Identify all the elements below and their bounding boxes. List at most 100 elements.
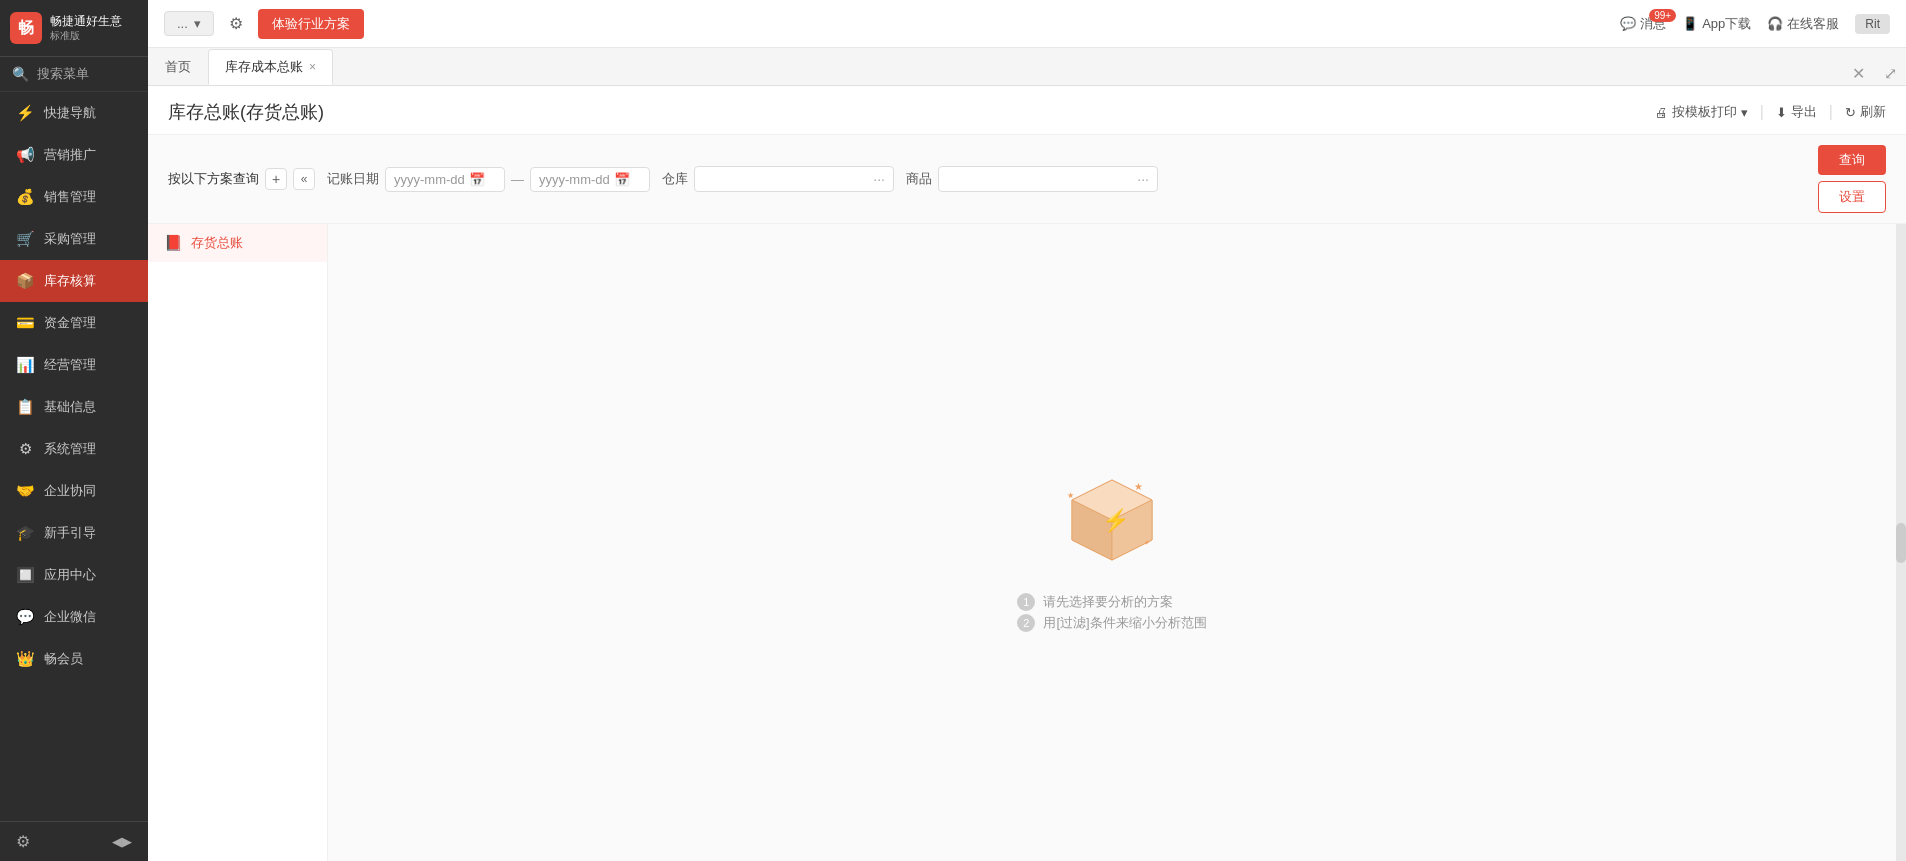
wechat-icon: 💬	[16, 608, 34, 626]
product-input[interactable]: ···	[938, 166, 1158, 192]
filter-warehouse-group: 仓库 ···	[662, 166, 894, 192]
headset-icon: 🎧	[1767, 16, 1783, 31]
filter-section-label: 按以下方案查询 + «	[168, 168, 315, 190]
sidebar-item-label: 库存核算	[44, 272, 96, 290]
topbar-app-download[interactable]: 📱 App下载	[1682, 15, 1751, 33]
panel-item-label: 存货总账	[191, 234, 243, 252]
left-panel: 📕 存货总账	[148, 224, 328, 861]
tabsbar: 首页 库存成本总账 × ✕ ⤢	[148, 48, 1906, 86]
settings-button[interactable]: 设置	[1818, 181, 1886, 213]
user-label: Rit	[1865, 17, 1880, 31]
tab-inventory-ledger[interactable]: 库存成本总账 ×	[208, 49, 333, 85]
hint1-num: 1	[1017, 593, 1035, 611]
filter-add-button[interactable]: +	[265, 168, 287, 190]
empty-illustration: ⚡ ★ ★ ✦	[1052, 450, 1172, 570]
panel-item-stock-ledger[interactable]: 📕 存货总账	[148, 224, 327, 262]
date-from-input[interactable]: yyyy-mm-dd 📅	[385, 167, 505, 192]
right-edge-scrollbar[interactable]	[1896, 224, 1906, 861]
hint2-num: 2	[1017, 614, 1035, 632]
filter-product-group: 商品 ···	[906, 166, 1158, 192]
print-btn[interactable]: 🖨 按模板打印 ▾	[1655, 103, 1748, 121]
topbar-user[interactable]: Rit	[1855, 14, 1890, 34]
sidebar-item-operation[interactable]: 📊 经营管理	[0, 344, 148, 386]
print-label: 按模板打印	[1672, 103, 1737, 121]
message-icon: 💬	[1620, 16, 1636, 31]
sidebar-item-marketing[interactable]: 📢 营销推广	[0, 134, 148, 176]
member-icon: 👑	[16, 650, 34, 668]
sidebar-nav: ⚡ 快捷导航 📢 营销推广 💰 销售管理 🛒 采购管理 📦 库存核算 💳 资金管…	[0, 92, 148, 821]
warehouse-input[interactable]: ···	[694, 166, 894, 192]
hint2-text: 用[过滤]条件来缩小分析范围	[1043, 614, 1206, 632]
sidebar-toggle-icon[interactable]: ◀▶	[112, 834, 132, 849]
sidebar-item-newbie[interactable]: 🎓 新手引导	[0, 512, 148, 554]
sidebar-item-quick-nav[interactable]: ⚡ 快捷导航	[0, 92, 148, 134]
date-to-placeholder: yyyy-mm-dd	[539, 172, 610, 187]
svg-text:★: ★	[1067, 491, 1074, 500]
page-title: 库存总账(存货总账)	[168, 100, 324, 124]
date-to-input[interactable]: yyyy-mm-dd 📅	[530, 167, 650, 192]
breadcrumb-text: ...	[177, 16, 188, 31]
main-area: ... ▾ ⚙ 体验行业方案 💬 消息 99+ 📱 App下载 🎧 在线客服 R…	[148, 0, 1906, 861]
date-from-placeholder: yyyy-mm-dd	[394, 172, 465, 187]
print-icon: 🖨	[1655, 105, 1668, 120]
sidebar-item-coop[interactable]: 🤝 企业协同	[0, 470, 148, 512]
sidebar-settings-icon[interactable]: ⚙	[16, 832, 30, 851]
sidebar-item-inventory[interactable]: 📦 库存核算	[0, 260, 148, 302]
sidebar-item-purchase[interactable]: 🛒 采购管理	[0, 218, 148, 260]
coop-icon: 🤝	[16, 482, 34, 500]
app-icon: 📱	[1682, 16, 1698, 31]
sidebar-item-system[interactable]: ⚙ 系统管理	[0, 428, 148, 470]
product-label: 商品	[906, 170, 932, 188]
sidebar-bottom: ⚙ ◀▶	[0, 821, 148, 861]
sidebar-search-label: 搜索菜单	[37, 65, 89, 83]
scrollbar-handle[interactable]	[1896, 523, 1906, 563]
export-btn[interactable]: ⬇ 导出	[1776, 103, 1817, 121]
message-badge: 99+	[1649, 9, 1676, 22]
sidebar-item-wechat[interactable]: 💬 企业微信	[0, 596, 148, 638]
sidebar-item-basic[interactable]: 📋 基础信息	[0, 386, 148, 428]
topbar-settings-icon[interactable]: ⚙	[222, 10, 250, 38]
sidebar-search[interactable]: 🔍 搜索菜单	[0, 57, 148, 92]
sidebar-item-member[interactable]: 👑 畅会员	[0, 638, 148, 680]
sidebar-item-label: 资金管理	[44, 314, 96, 332]
system-icon: ⚙	[16, 440, 34, 458]
refresh-btn[interactable]: ↻ 刷新	[1845, 103, 1886, 121]
topbar: ... ▾ ⚙ 体验行业方案 💬 消息 99+ 📱 App下载 🎧 在线客服 R…	[148, 0, 1906, 48]
expand-button[interactable]: ⤢	[1878, 61, 1902, 85]
breadcrumb-dropdown-icon: ▾	[194, 16, 201, 31]
breadcrumb[interactable]: ... ▾	[164, 11, 214, 36]
query-button[interactable]: 查询	[1818, 145, 1886, 175]
tab-close-icon[interactable]: ×	[309, 61, 316, 73]
topbar-right: 💬 消息 99+ 📱 App下载 🎧 在线客服 Rit	[1620, 14, 1890, 34]
sales-icon: 💰	[16, 188, 34, 206]
svg-text:⚡: ⚡	[1102, 507, 1130, 534]
quick-nav-icon: ⚡	[16, 104, 34, 122]
app-label: App下载	[1702, 15, 1751, 33]
sidebar-item-label: 应用中心	[44, 566, 96, 584]
print-dropdown-icon: ▾	[1741, 105, 1748, 120]
content: 库存总账(存货总账) 🖨 按模板打印 ▾ | ⬇ 导出 | ↻ 刷新	[148, 86, 1906, 861]
tab-home[interactable]: 首页	[148, 49, 208, 85]
sidebar-item-label: 企业协同	[44, 482, 96, 500]
date-separator: —	[511, 172, 524, 187]
product-dots-icon: ···	[1137, 171, 1149, 187]
sidebar-item-appstore[interactable]: 🔲 应用中心	[0, 554, 148, 596]
sidebar-item-finance[interactable]: 💳 资金管理	[0, 302, 148, 344]
svg-text:★: ★	[1134, 481, 1143, 492]
service-label: 在线客服	[1787, 15, 1839, 33]
filter-btn-group: 查询 设置	[1818, 145, 1886, 213]
topbar-online-service[interactable]: 🎧 在线客服	[1767, 15, 1839, 33]
sidebar-item-label: 营销推广	[44, 146, 96, 164]
filter-collapse-button[interactable]: «	[293, 168, 315, 190]
finance-icon: 💳	[16, 314, 34, 332]
refresh-icon: ↻	[1845, 105, 1856, 120]
empty-hints: 1 请先选择要分析的方案 2 用[过滤]条件来缩小分析范围	[1017, 590, 1206, 635]
sidebar-item-label: 经营管理	[44, 356, 96, 374]
industry-btn[interactable]: 体验行业方案	[258, 9, 364, 39]
export-icon: ⬇	[1776, 105, 1787, 120]
logo-name: 畅捷通好生意	[50, 13, 122, 30]
topbar-message[interactable]: 💬 消息 99+	[1620, 15, 1666, 33]
sidebar-item-sales[interactable]: 💰 销售管理	[0, 176, 148, 218]
close-panel-button[interactable]: ✕	[1846, 61, 1870, 85]
marketing-icon: 📢	[16, 146, 34, 164]
